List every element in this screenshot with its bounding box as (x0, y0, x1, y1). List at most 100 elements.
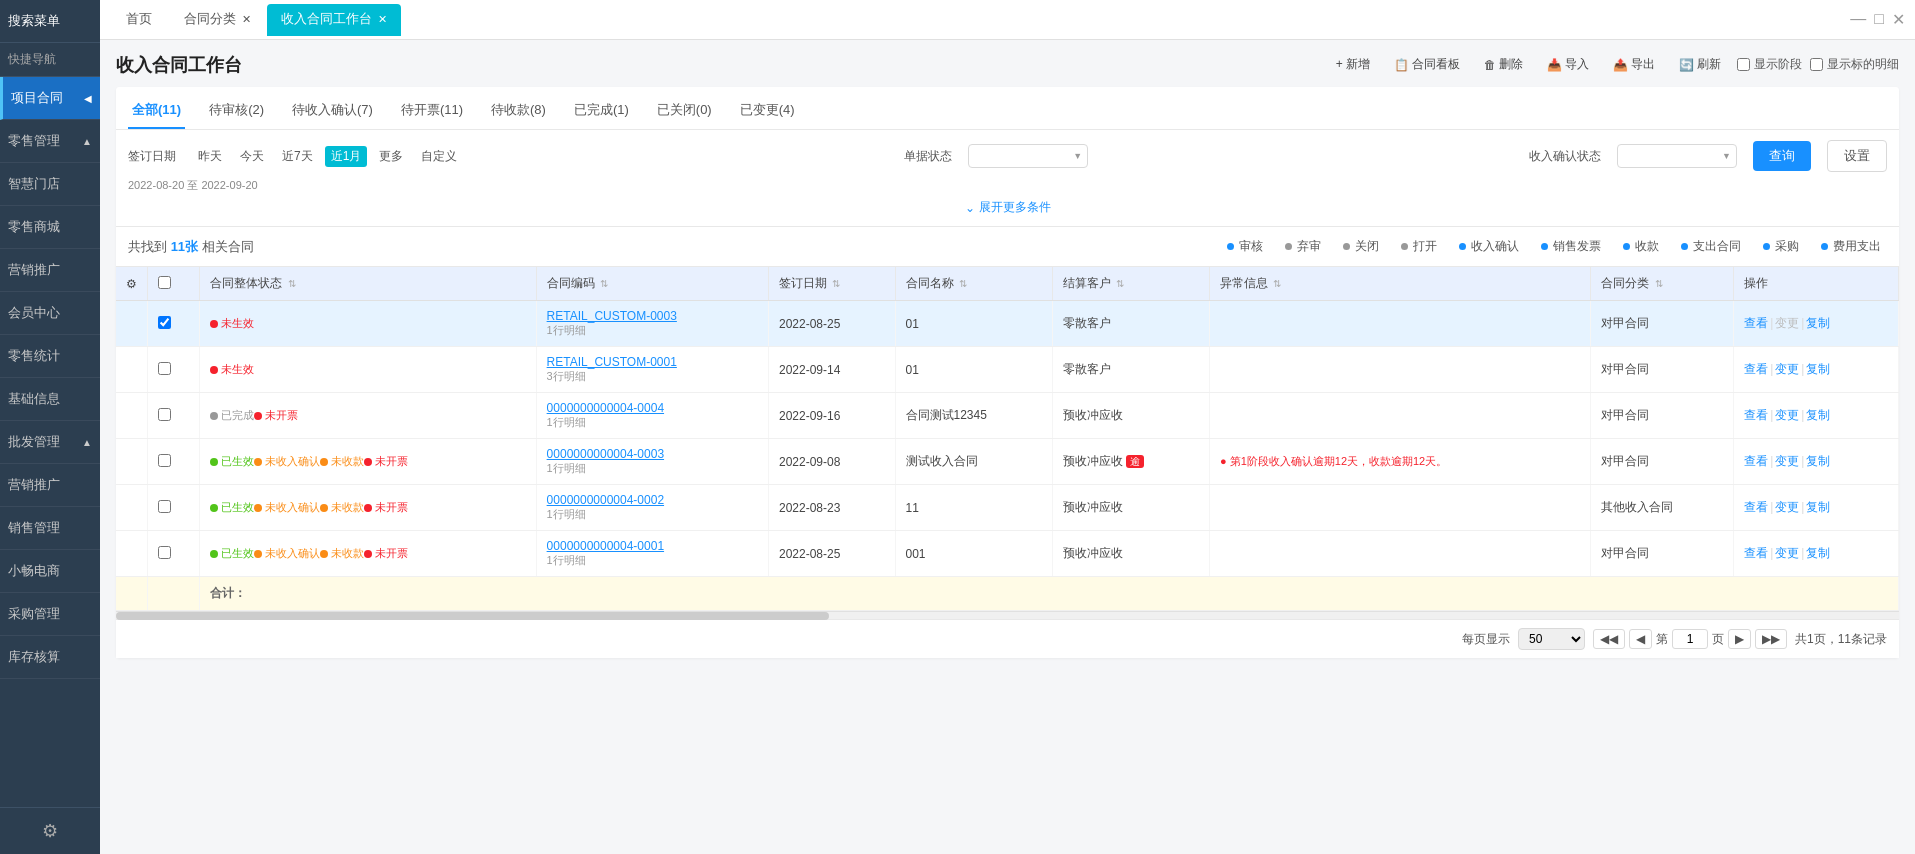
op-变更-link[interactable]: 变更 (1775, 408, 1799, 422)
sidebar-item-purchase_mgmt[interactable]: 采购管理 (0, 593, 100, 636)
window-minimize-icon[interactable]: — (1850, 10, 1866, 29)
horizontal-scrollbar[interactable] (116, 611, 1899, 619)
contract-code-link[interactable]: 0000000000004-0002 (547, 493, 664, 507)
row-checkbox[interactable] (148, 347, 200, 393)
row-checkbox[interactable] (148, 439, 200, 485)
sidebar-item-project[interactable]: 项目合同◀ (0, 77, 100, 120)
action-income_confirm-button[interactable]: 收入确认 (1453, 235, 1525, 258)
import-button[interactable]: 📥 导入 (1539, 52, 1597, 77)
table-header-code[interactable]: 合同编码 ⇅ (536, 267, 768, 301)
window-close-icon[interactable]: ✕ (1892, 10, 1905, 29)
action-print-button[interactable]: 打开 (1395, 235, 1443, 258)
contract-board-button[interactable]: 📋 合同看板 (1386, 52, 1468, 77)
tab-contract_type[interactable]: 合同分类✕ (168, 0, 267, 40)
sidebar-item-retail_mgmt[interactable]: 零售管理▲ (0, 120, 100, 163)
last-page-button[interactable]: ▶▶ (1755, 629, 1787, 649)
expand-button[interactable]: ⌄ 展开更多条件 (965, 199, 1051, 216)
op-复制-link[interactable]: 复制 (1806, 362, 1830, 376)
op-复制-link[interactable]: 复制 (1806, 408, 1830, 422)
op-查看-link[interactable]: 查看 (1744, 500, 1768, 514)
income-confirm-select[interactable] (1617, 144, 1737, 168)
op-变更-link[interactable]: 变更 (1775, 546, 1799, 560)
filter-settings-button[interactable]: 设置 (1827, 140, 1887, 172)
sidebar-search[interactable]: 搜索菜单 (0, 0, 100, 43)
row-select-checkbox[interactable] (158, 408, 171, 421)
action-sales_invoice-button[interactable]: 销售发票 (1535, 235, 1607, 258)
action-purchase-button[interactable]: 采购 (1757, 235, 1805, 258)
window-maximize-icon[interactable]: □ (1874, 10, 1884, 29)
date-option-last7[interactable]: 近7天 (276, 146, 319, 167)
table-header-gear[interactable]: ⚙ (116, 267, 148, 301)
table-header-name[interactable]: 合同名称 ⇅ (895, 267, 1052, 301)
filter-tab-pending_review[interactable]: 待审核(2) (205, 95, 268, 129)
row-select-checkbox[interactable] (158, 546, 171, 559)
sidebar-item-base_info[interactable]: 基础信息 (0, 378, 100, 421)
sidebar-item-retail_mall[interactable]: 零售商城 (0, 206, 100, 249)
action-expense-button[interactable]: 费用支出 (1815, 235, 1887, 258)
action-close-button[interactable]: 关闭 (1337, 235, 1385, 258)
sidebar-item-member_center[interactable]: 会员中心 (0, 292, 100, 335)
table-header-error[interactable]: 异常信息 ⇅ (1209, 267, 1590, 301)
show-mark-checkbox[interactable]: 显示标的明细 (1810, 56, 1899, 73)
sidebar-settings-button[interactable]: ⚙ (0, 807, 100, 854)
table-header-category[interactable]: 合同分类 ⇅ (1591, 267, 1734, 301)
op-复制-link[interactable]: 复制 (1806, 500, 1830, 514)
doc-status-select[interactable] (968, 144, 1088, 168)
sidebar-item-retail_stats[interactable]: 零售统计 (0, 335, 100, 378)
action-abandon-button[interactable]: 弃审 (1279, 235, 1327, 258)
tab-close-icon[interactable]: ✕ (378, 13, 387, 25)
date-option-more[interactable]: 更多 (373, 146, 409, 167)
op-查看-link[interactable]: 查看 (1744, 546, 1768, 560)
scrollbar-thumb[interactable] (116, 612, 829, 620)
date-option-last1m[interactable]: 近1月 (325, 146, 368, 167)
filter-tab-changed[interactable]: 已变更(4) (736, 95, 799, 129)
query-button[interactable]: 查询 (1753, 141, 1811, 171)
op-变更-link[interactable]: 变更 (1775, 500, 1799, 514)
contract-code-link[interactable]: 0000000000004-0004 (547, 401, 664, 415)
next-page-button[interactable]: ▶ (1728, 629, 1751, 649)
page-size-select[interactable]: 50 100 200 (1518, 628, 1585, 650)
date-option-today[interactable]: 今天 (234, 146, 270, 167)
action-receipt-button[interactable]: 收款 (1617, 235, 1665, 258)
show-stage-input[interactable] (1737, 58, 1750, 71)
op-查看-link[interactable]: 查看 (1744, 408, 1768, 422)
row-select-checkbox[interactable] (158, 500, 171, 513)
export-button[interactable]: 📤 导出 (1605, 52, 1663, 77)
sidebar-item-batch_mgmt[interactable]: 批发管理▲ (0, 421, 100, 464)
filter-tab-all[interactable]: 全部(11) (128, 95, 185, 129)
row-checkbox[interactable] (148, 301, 200, 347)
first-page-button[interactable]: ◀◀ (1593, 629, 1625, 649)
contract-code-link[interactable]: 0000000000004-0001 (547, 539, 664, 553)
table-header-checkbox[interactable] (148, 267, 200, 301)
show-stage-checkbox[interactable]: 显示阶段 (1737, 56, 1802, 73)
action-audit-button[interactable]: 审核 (1221, 235, 1269, 258)
contract-code-link[interactable]: 0000000000004-0003 (547, 447, 664, 461)
filter-tab-pending_income_confirm[interactable]: 待收入确认(7) (288, 95, 377, 129)
sidebar-item-marketing[interactable]: 营销推广 (0, 249, 100, 292)
table-header-customer[interactable]: 结算客户 ⇅ (1052, 267, 1209, 301)
filter-tab-pending_invoice[interactable]: 待开票(11) (397, 95, 467, 129)
page-number-input[interactable] (1672, 629, 1708, 649)
sidebar-item-sales_mgmt[interactable]: 销售管理 (0, 507, 100, 550)
sidebar-item-xiaochang[interactable]: 小畅电商 (0, 550, 100, 593)
row-checkbox[interactable] (148, 531, 200, 577)
op-查看-link[interactable]: 查看 (1744, 316, 1768, 330)
filter-tab-closed[interactable]: 已关闭(0) (653, 95, 716, 129)
row-select-checkbox[interactable] (158, 454, 171, 467)
table-header-status[interactable]: 合同整体状态 ⇅ (200, 267, 536, 301)
action-payment-button[interactable]: 支出合同 (1675, 235, 1747, 258)
op-复制-link[interactable]: 复制 (1806, 316, 1830, 330)
row-checkbox[interactable] (148, 485, 200, 531)
op-变更-link[interactable]: 变更 (1775, 362, 1799, 376)
date-option-yesterday[interactable]: 昨天 (192, 146, 228, 167)
show-mark-input[interactable] (1810, 58, 1823, 71)
contract-code-link[interactable]: RETAIL_CUSTOM-0001 (547, 355, 677, 369)
op-变更-link[interactable]: 变更 (1775, 454, 1799, 468)
op-查看-link[interactable]: 查看 (1744, 454, 1768, 468)
tab-income_workbench[interactable]: 收入合同工作台✕ (267, 4, 401, 36)
row-select-checkbox[interactable] (158, 362, 171, 375)
table-header-sign-date[interactable]: 签订日期 ⇅ (768, 267, 895, 301)
sidebar-item-marketing2[interactable]: 营销推广 (0, 464, 100, 507)
sidebar-item-smart_store[interactable]: 智慧门店 (0, 163, 100, 206)
op-复制-link[interactable]: 复制 (1806, 454, 1830, 468)
